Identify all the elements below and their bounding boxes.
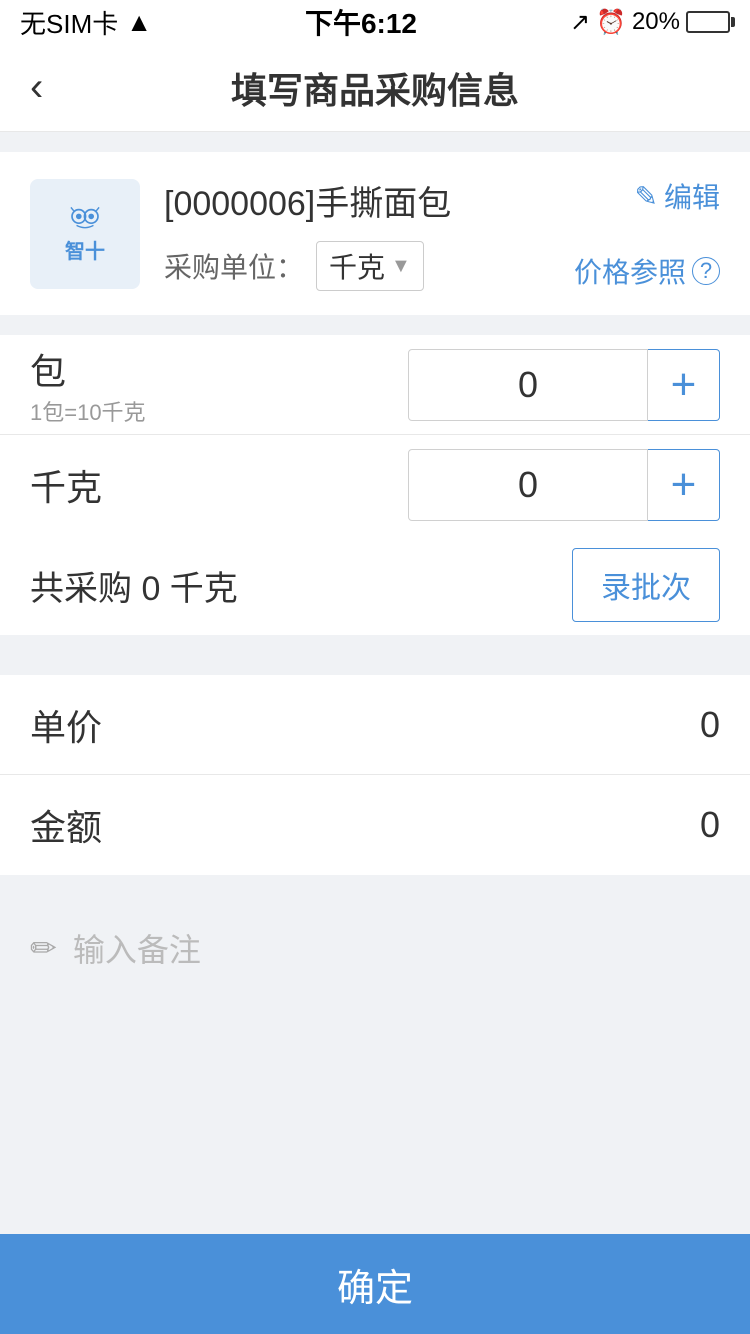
- amount-value: 0: [700, 804, 720, 846]
- bag-qty-input[interactable]: [408, 349, 648, 421]
- status-bar: 无SIM卡 ▲ 下午6:12 ↗ ⏰ 20%: [0, 0, 750, 44]
- batch-button[interactable]: 录批次: [572, 548, 720, 622]
- kg-label: 千克: [30, 459, 150, 511]
- battery-percentage: 20%: [632, 8, 680, 36]
- bag-label-sub: 1包=10千克: [30, 395, 150, 427]
- page-title: 填写商品采购信息: [231, 62, 519, 114]
- unit-price-label: 单价: [30, 699, 700, 751]
- section-divider-2: [0, 635, 750, 655]
- amount-row: 金额 0: [0, 775, 750, 875]
- edit-label: 编辑: [664, 176, 720, 216]
- summary-text: 共采购 0 千克: [30, 561, 572, 610]
- kg-label-main: 千克: [30, 459, 150, 511]
- unit-price-value: 0: [700, 704, 720, 746]
- edit-icon: ✎: [635, 180, 658, 213]
- back-button[interactable]: ‹: [30, 65, 43, 110]
- product-logo: 智十: [45, 204, 125, 264]
- kg-qty-wrapper: +: [408, 449, 720, 521]
- note-section[interactable]: ✏ 输入备注: [0, 895, 750, 1001]
- bag-label-main: 包: [30, 343, 150, 395]
- bag-label: 包 1包=10千克: [30, 343, 150, 427]
- price-ref-label: 价格参照: [574, 251, 686, 291]
- unit-selector[interactable]: 千克 ▼: [316, 241, 424, 291]
- carrier-label: 无SIM卡: [20, 4, 118, 41]
- logo-text: 智十: [65, 235, 105, 264]
- pencil-icon: ✏: [30, 929, 57, 967]
- confirm-button[interactable]: 确定: [0, 1234, 750, 1334]
- unit-price-row: 单价 0: [0, 675, 750, 775]
- price-ref-button[interactable]: 价格参照 ?: [574, 251, 720, 291]
- status-bar-time: 下午6:12: [305, 2, 417, 42]
- alarm-icon: ⏰: [596, 8, 626, 37]
- summary-row: 共采购 0 千克 录批次: [0, 535, 750, 635]
- input-section: 包 1包=10千克 + 千克 +: [0, 335, 750, 535]
- product-card: 智十 [0000006]手撕面包 采购单位： 千克 ▼ ✎ 编辑 价格参照 ?: [0, 152, 750, 315]
- status-bar-right: ↗ ⏰ 20%: [570, 8, 730, 37]
- location-icon: ↗: [570, 8, 590, 37]
- battery-icon: [686, 11, 730, 33]
- bag-input-row: 包 1包=10千克 +: [0, 335, 750, 435]
- amount-label: 金额: [30, 799, 700, 851]
- dropdown-arrow-icon: ▼: [391, 255, 411, 278]
- kg-qty-input[interactable]: [408, 449, 648, 521]
- price-info-section: 单价 0 金额 0: [0, 675, 750, 875]
- section-divider-1: [0, 315, 750, 335]
- info-icon: ?: [692, 257, 720, 285]
- kg-input-row: 千克 +: [0, 435, 750, 535]
- bag-qty-wrapper: +: [408, 349, 720, 421]
- bag-plus-button[interactable]: +: [648, 349, 720, 421]
- wifi-icon: ▲: [126, 7, 152, 38]
- bottom-spacer: [0, 1001, 750, 1201]
- edit-button[interactable]: ✎ 编辑: [635, 176, 720, 216]
- kg-plus-button[interactable]: +: [648, 449, 720, 521]
- status-bar-left: 无SIM卡 ▲: [20, 4, 152, 41]
- unit-value: 千克: [329, 246, 385, 286]
- unit-label: 采购单位：: [164, 246, 304, 286]
- note-placeholder: 输入备注: [73, 925, 201, 971]
- product-image: 智十: [30, 179, 140, 289]
- nav-bar: ‹ 填写商品采购信息: [0, 44, 750, 132]
